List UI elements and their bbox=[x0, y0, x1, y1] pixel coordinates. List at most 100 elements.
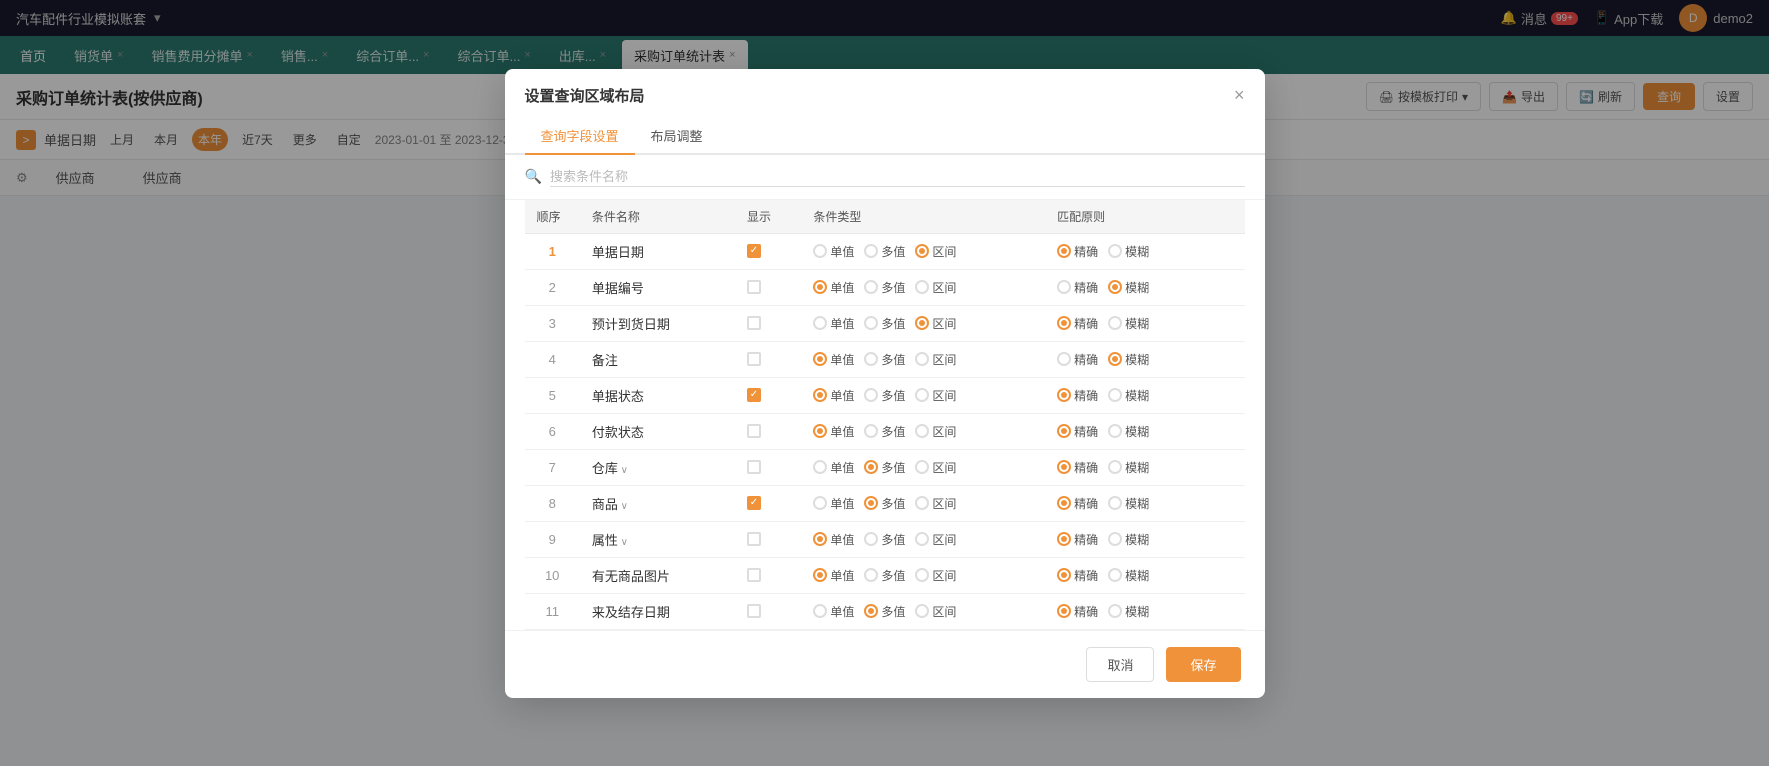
table-row: 1单据日期单值多值区间精确模糊 bbox=[525, 233, 1245, 269]
dropdown-arrow-icon[interactable]: ∨ bbox=[618, 465, 628, 476]
display-checkbox[interactable] bbox=[747, 352, 761, 366]
cell-display[interactable] bbox=[735, 233, 801, 269]
cell-display[interactable] bbox=[735, 377, 801, 413]
cell-display[interactable] bbox=[735, 593, 801, 629]
display-checkbox[interactable] bbox=[747, 496, 761, 510]
type-radio-区间[interactable]: 区间 bbox=[915, 279, 956, 296]
type-radio-单值[interactable]: 单值 bbox=[813, 351, 854, 368]
rule-radio-模糊[interactable]: 模糊 bbox=[1108, 567, 1149, 584]
display-checkbox[interactable] bbox=[747, 604, 761, 618]
cell-display[interactable] bbox=[735, 521, 801, 557]
type-radio-单值[interactable]: 单值 bbox=[813, 495, 854, 512]
cell-display[interactable] bbox=[735, 269, 801, 305]
type-radio-单值[interactable]: 单值 bbox=[813, 387, 854, 404]
type-radio-区间[interactable]: 区间 bbox=[915, 387, 956, 404]
rule-radio-模糊[interactable]: 模糊 bbox=[1108, 279, 1149, 296]
cell-display[interactable] bbox=[735, 413, 801, 449]
cell-display[interactable] bbox=[735, 449, 801, 485]
radio-circle bbox=[864, 460, 878, 474]
type-radio-多值[interactable]: 多值 bbox=[864, 423, 905, 440]
cancel-button[interactable]: 取消 bbox=[1086, 647, 1154, 682]
rule-radio-模糊[interactable]: 模糊 bbox=[1108, 495, 1149, 512]
type-radio-单值[interactable]: 单值 bbox=[813, 279, 854, 296]
type-radio-多值[interactable]: 多值 bbox=[864, 567, 905, 584]
dialog-table-wrap: 顺序 条件名称 显示 条件类型 匹配原则 bbox=[505, 200, 1265, 630]
display-checkbox[interactable] bbox=[747, 244, 761, 258]
rule-radio-精确[interactable]: 精确 bbox=[1057, 243, 1098, 260]
rule-radio-精确[interactable]: 精确 bbox=[1057, 315, 1098, 332]
type-radio-多值[interactable]: 多值 bbox=[864, 387, 905, 404]
rule-radio-模糊[interactable]: 模糊 bbox=[1108, 315, 1149, 332]
dialog-title: 设置查询区域布局 bbox=[525, 85, 645, 106]
display-checkbox[interactable] bbox=[747, 532, 761, 546]
type-radio-多值[interactable]: 多值 bbox=[864, 243, 905, 260]
cell-type: 单值多值区间 bbox=[801, 485, 1045, 521]
type-radio-单值[interactable]: 单值 bbox=[813, 531, 854, 548]
type-radio-区间[interactable]: 区间 bbox=[915, 243, 956, 260]
cell-display[interactable] bbox=[735, 485, 801, 521]
type-radio-单值[interactable]: 单值 bbox=[813, 459, 854, 476]
rule-radio-精确[interactable]: 精确 bbox=[1057, 351, 1098, 368]
display-checkbox[interactable] bbox=[747, 280, 761, 294]
dialog-close-button[interactable]: × bbox=[1234, 85, 1245, 106]
type-radio-单值[interactable]: 单值 bbox=[813, 315, 854, 332]
type-radio-单值[interactable]: 单值 bbox=[813, 243, 854, 260]
cell-display[interactable] bbox=[735, 557, 801, 593]
dropdown-arrow-icon[interactable]: ∨ bbox=[618, 537, 628, 548]
dialog-tabs: 查询字段设置 布局调整 bbox=[505, 118, 1265, 155]
cell-rule: 精确模糊 bbox=[1045, 449, 1244, 485]
cell-rule: 精确模糊 bbox=[1045, 233, 1244, 269]
rule-radio-精确[interactable]: 精确 bbox=[1057, 495, 1098, 512]
rule-radio-精确[interactable]: 精确 bbox=[1057, 279, 1098, 296]
rule-radio-模糊[interactable]: 模糊 bbox=[1108, 387, 1149, 404]
type-radio-区间[interactable]: 区间 bbox=[915, 567, 956, 584]
rule-radio-精确[interactable]: 精确 bbox=[1057, 531, 1098, 548]
tab-query-fields[interactable]: 查询字段设置 bbox=[525, 118, 635, 155]
cell-order: 2 bbox=[525, 269, 580, 305]
display-checkbox[interactable] bbox=[747, 316, 761, 330]
type-radio-单值[interactable]: 单值 bbox=[813, 423, 854, 440]
radio-circle bbox=[813, 316, 827, 330]
rule-radio-模糊[interactable]: 模糊 bbox=[1108, 423, 1149, 440]
rule-radio-精确[interactable]: 精确 bbox=[1057, 459, 1098, 476]
display-checkbox[interactable] bbox=[747, 388, 761, 402]
rule-radio-模糊[interactable]: 模糊 bbox=[1108, 459, 1149, 476]
tab-layout[interactable]: 布局调整 bbox=[635, 118, 719, 155]
rule-radio-精确[interactable]: 精确 bbox=[1057, 423, 1098, 440]
type-radio-区间[interactable]: 区间 bbox=[915, 423, 956, 440]
table-row: 6付款状态单值多值区间精确模糊 bbox=[525, 413, 1245, 449]
cell-display[interactable] bbox=[735, 341, 801, 377]
type-radio-区间[interactable]: 区间 bbox=[915, 459, 956, 476]
rule-radio-模糊[interactable]: 模糊 bbox=[1108, 603, 1149, 620]
rule-radio-精确[interactable]: 精确 bbox=[1057, 387, 1098, 404]
radio-circle bbox=[915, 280, 929, 294]
search-input[interactable] bbox=[550, 167, 1245, 187]
type-radio-多值[interactable]: 多值 bbox=[864, 279, 905, 296]
save-button[interactable]: 保存 bbox=[1166, 647, 1240, 682]
type-radio-多值[interactable]: 多值 bbox=[864, 603, 905, 620]
rule-radio-精确[interactable]: 精确 bbox=[1057, 567, 1098, 584]
type-radio-多值[interactable]: 多值 bbox=[864, 531, 905, 548]
type-radio-区间[interactable]: 区间 bbox=[915, 351, 956, 368]
type-radio-区间[interactable]: 区间 bbox=[915, 495, 956, 512]
type-radio-区间[interactable]: 区间 bbox=[915, 531, 956, 548]
rule-radio-精确[interactable]: 精确 bbox=[1057, 603, 1098, 620]
type-radio-区间[interactable]: 区间 bbox=[915, 603, 956, 620]
dropdown-arrow-icon[interactable]: ∨ bbox=[618, 501, 628, 512]
rule-radio-模糊[interactable]: 模糊 bbox=[1108, 243, 1149, 260]
display-checkbox[interactable] bbox=[747, 460, 761, 474]
display-checkbox[interactable] bbox=[747, 424, 761, 438]
type-radio-单值[interactable]: 单值 bbox=[813, 567, 854, 584]
type-radio-多值[interactable]: 多值 bbox=[864, 315, 905, 332]
radio-circle bbox=[915, 244, 929, 258]
cell-display[interactable] bbox=[735, 305, 801, 341]
type-radio-多值[interactable]: 多值 bbox=[864, 351, 905, 368]
type-radio-多值[interactable]: 多值 bbox=[864, 495, 905, 512]
type-radio-区间[interactable]: 区间 bbox=[915, 315, 956, 332]
rule-radio-模糊[interactable]: 模糊 bbox=[1108, 351, 1149, 368]
display-checkbox[interactable] bbox=[747, 568, 761, 582]
type-radio-单值[interactable]: 单值 bbox=[813, 603, 854, 620]
type-radio-多值[interactable]: 多值 bbox=[864, 459, 905, 476]
radio-circle bbox=[915, 316, 929, 330]
rule-radio-模糊[interactable]: 模糊 bbox=[1108, 531, 1149, 548]
